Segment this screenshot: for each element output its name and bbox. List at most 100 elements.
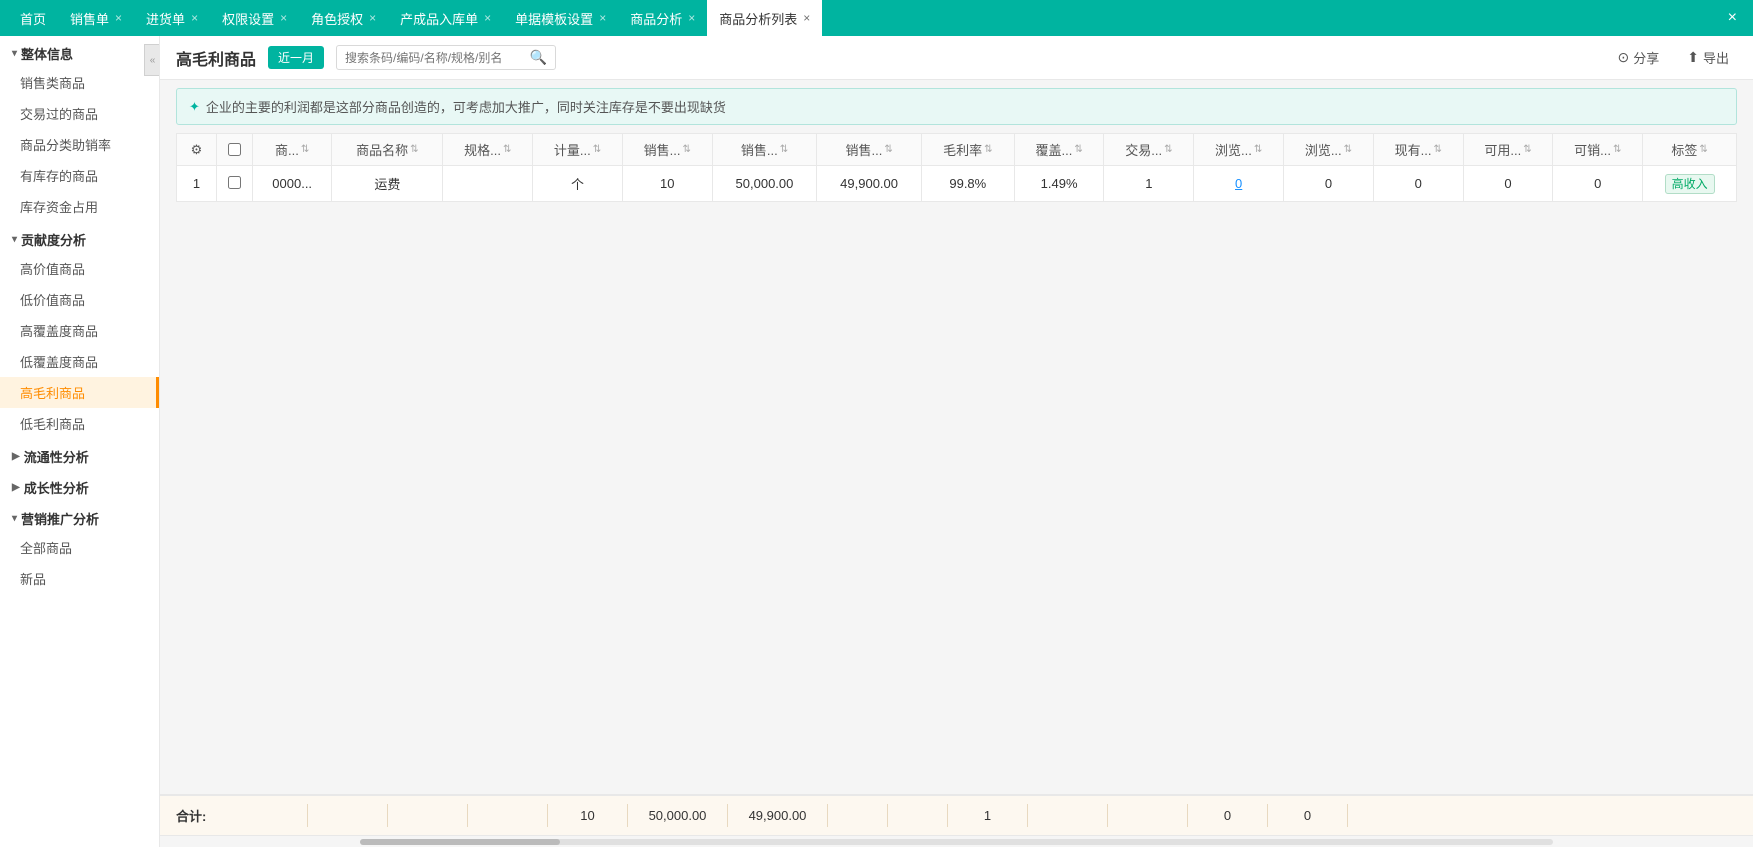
- cell-current-stock: 0: [1373, 166, 1463, 202]
- col-current-stock[interactable]: 现有... ⇅: [1373, 134, 1463, 166]
- views1-link[interactable]: 0: [1235, 176, 1242, 191]
- cell-coverage: 1.49%: [1014, 166, 1104, 202]
- select-all-checkbox[interactable]: [228, 143, 241, 156]
- sidebar-item-all-goods[interactable]: 全部商品: [0, 532, 159, 563]
- col-gross-rate[interactable]: 毛利率 ⇅: [921, 134, 1014, 166]
- sidebar-item-low-margin[interactable]: 低毛利商品: [0, 408, 159, 439]
- search-icon[interactable]: 🔍: [530, 49, 547, 66]
- nav-role-auth-close[interactable]: ×: [369, 11, 376, 25]
- nav-product-analysis-list-close[interactable]: ×: [803, 11, 810, 25]
- col-views1[interactable]: 浏览... ⇅: [1194, 134, 1284, 166]
- col-sellable-stock[interactable]: 可销... ⇅: [1553, 134, 1643, 166]
- nav-template-settings-close[interactable]: ×: [599, 11, 606, 25]
- group-overall-label: 整体信息: [21, 44, 73, 63]
- share-label: 分享: [1633, 48, 1659, 67]
- sidebar-item-low-value[interactable]: 低价值商品: [0, 284, 159, 315]
- sidebar-item-category-rate[interactable]: 商品分类助销率: [0, 129, 159, 160]
- sort-icon-sellable-stock: ⇅: [1613, 144, 1621, 155]
- content-header: 高毛利商品 近一月 🔍 ⊙ 分享 ⬆ 导出: [160, 36, 1753, 80]
- sort-icon-unit: ⇅: [593, 144, 601, 155]
- nav-permissions[interactable]: 权限设置 ×: [210, 0, 299, 36]
- sidebar-item-in-stock-goods[interactable]: 有库存的商品: [0, 160, 159, 191]
- sidebar-group-contribution[interactable]: ▾ 贡献度分析: [0, 222, 159, 253]
- nav-purchase-close[interactable]: ×: [191, 11, 198, 25]
- export-button[interactable]: ⬆ 导出: [1679, 44, 1737, 71]
- sidebar-item-high-coverage[interactable]: 高覆盖度商品: [0, 315, 159, 346]
- footer-views2-spacer: [1108, 804, 1188, 827]
- footer-gross-rate-spacer: [828, 804, 888, 827]
- sidebar-item-high-margin[interactable]: 高毛利商品: [0, 377, 159, 408]
- sort-icon-name: ⇅: [410, 144, 418, 155]
- sort-icon-available-stock: ⇅: [1523, 144, 1531, 155]
- nav-purchase[interactable]: 进货单 ×: [134, 0, 210, 36]
- content-area: 高毛利商品 近一月 🔍 ⊙ 分享 ⬆ 导出 ✦ 企业的主要的利润都是这部分商品创…: [160, 36, 1753, 847]
- sidebar-item-inventory-capital[interactable]: 库存资金占用: [0, 191, 159, 222]
- col-unit[interactable]: 计量... ⇅: [533, 134, 623, 166]
- col-views2[interactable]: 浏览... ⇅: [1284, 134, 1374, 166]
- sidebar-group-overall[interactable]: ▾ 整体信息: [0, 36, 159, 67]
- nav-sales-label: 销售单: [70, 9, 109, 28]
- nav-permissions-close[interactable]: ×: [280, 11, 287, 25]
- nav-role-auth[interactable]: 角色授权 ×: [299, 0, 388, 36]
- export-label: 导出: [1703, 48, 1729, 67]
- share-button[interactable]: ⊙ 分享: [1610, 44, 1668, 71]
- info-banner-text: 企业的主要的利润都是这部分商品创造的，可考虑加大推广，同时关注库存是不要出现缺货: [206, 97, 726, 116]
- col-settings[interactable]: ⚙: [177, 134, 217, 166]
- nav-product-storage-close[interactable]: ×: [484, 11, 491, 25]
- time-filter-button[interactable]: 近一月: [268, 46, 324, 69]
- col-name[interactable]: 商品名称 ⇅: [332, 134, 443, 166]
- cell-sales-qty: 10: [622, 166, 712, 202]
- nav-permissions-label: 权限设置: [222, 9, 274, 28]
- row-checkbox[interactable]: [228, 176, 241, 189]
- sort-icon-sales-amt: ⇅: [780, 144, 788, 155]
- cell-views1[interactable]: 0: [1194, 166, 1284, 202]
- cell-checkbox: [217, 166, 253, 202]
- settings-icon: ⚙: [191, 142, 203, 158]
- nav-product-analysis-close[interactable]: ×: [688, 11, 695, 25]
- sidebar-item-low-coverage[interactable]: 低覆盖度商品: [0, 346, 159, 377]
- footer-available-stock: 0: [1268, 804, 1348, 827]
- nav-product-storage[interactable]: 产成品入库单 ×: [388, 0, 503, 36]
- nav-product-analysis-list[interactable]: 商品分析列表 ×: [707, 0, 822, 36]
- cell-code: 0000...: [253, 166, 332, 202]
- nav-home[interactable]: 首页: [8, 0, 58, 36]
- sidebar-item-traded-goods[interactable]: 交易过的商品: [0, 98, 159, 129]
- footer-label: 合计:: [176, 806, 216, 825]
- footer-current-stock: 0: [1188, 804, 1268, 827]
- close-all-tabs[interactable]: ×: [1720, 9, 1745, 27]
- col-available-stock[interactable]: 可用... ⇅: [1463, 134, 1553, 166]
- info-banner: ✦ 企业的主要的利润都是这部分商品创造的，可考虑加大推广，同时关注库存是不要出现…: [176, 88, 1737, 125]
- footer-sales-cost: 49,900.00: [728, 804, 828, 827]
- sidebar-group-growth[interactable]: ▶ 成长性分析: [0, 470, 159, 501]
- nav-template-settings[interactable]: 单据模板设置 ×: [503, 0, 618, 36]
- col-tag[interactable]: 标签 ⇅: [1643, 134, 1737, 166]
- sidebar-item-sales-goods[interactable]: 销售类商品: [0, 67, 159, 98]
- sidebar-item-new-goods[interactable]: 新品: [0, 563, 159, 594]
- col-code[interactable]: 商... ⇅: [253, 134, 332, 166]
- table-row: 1 0000... 运费 个: [177, 166, 1737, 202]
- cell-unit: 个: [533, 166, 623, 202]
- col-sales-qty[interactable]: 销售... ⇅: [622, 134, 712, 166]
- sidebar-group-liquidity[interactable]: ▶ 流通性分析: [0, 439, 159, 470]
- sidebar-group-marketing[interactable]: ▾ 营销推广分析: [0, 501, 159, 532]
- nav-home-label: 首页: [20, 9, 46, 28]
- col-trade-times[interactable]: 交易... ⇅: [1104, 134, 1194, 166]
- scrollbar-track: [360, 839, 1553, 845]
- nav-sales[interactable]: 销售单 ×: [58, 0, 134, 36]
- cell-gross-rate: 99.8%: [921, 166, 1014, 202]
- col-coverage[interactable]: 覆盖... ⇅: [1014, 134, 1104, 166]
- scrollbar-thumb[interactable]: [360, 839, 560, 845]
- search-input[interactable]: [345, 51, 530, 65]
- horizontal-scrollbar[interactable]: [160, 835, 1753, 847]
- sidebar-item-high-value[interactable]: 高价值商品: [0, 253, 159, 284]
- table-footer: 合计: 10 50,000.00 49,900.00 1 0 0: [160, 794, 1753, 835]
- sidebar-collapse-button[interactable]: «: [144, 44, 160, 76]
- group-contribution-label: 贡献度分析: [21, 230, 86, 249]
- nav-sales-close[interactable]: ×: [115, 11, 122, 25]
- col-spec[interactable]: 规格... ⇅: [443, 134, 533, 166]
- nav-product-analysis[interactable]: 商品分析 ×: [618, 0, 707, 36]
- col-sales-cost[interactable]: 销售... ⇅: [817, 134, 922, 166]
- nav-role-auth-label: 角色授权: [311, 9, 363, 28]
- footer-views1-spacer: [1028, 804, 1108, 827]
- col-sales-amt[interactable]: 销售... ⇅: [712, 134, 817, 166]
